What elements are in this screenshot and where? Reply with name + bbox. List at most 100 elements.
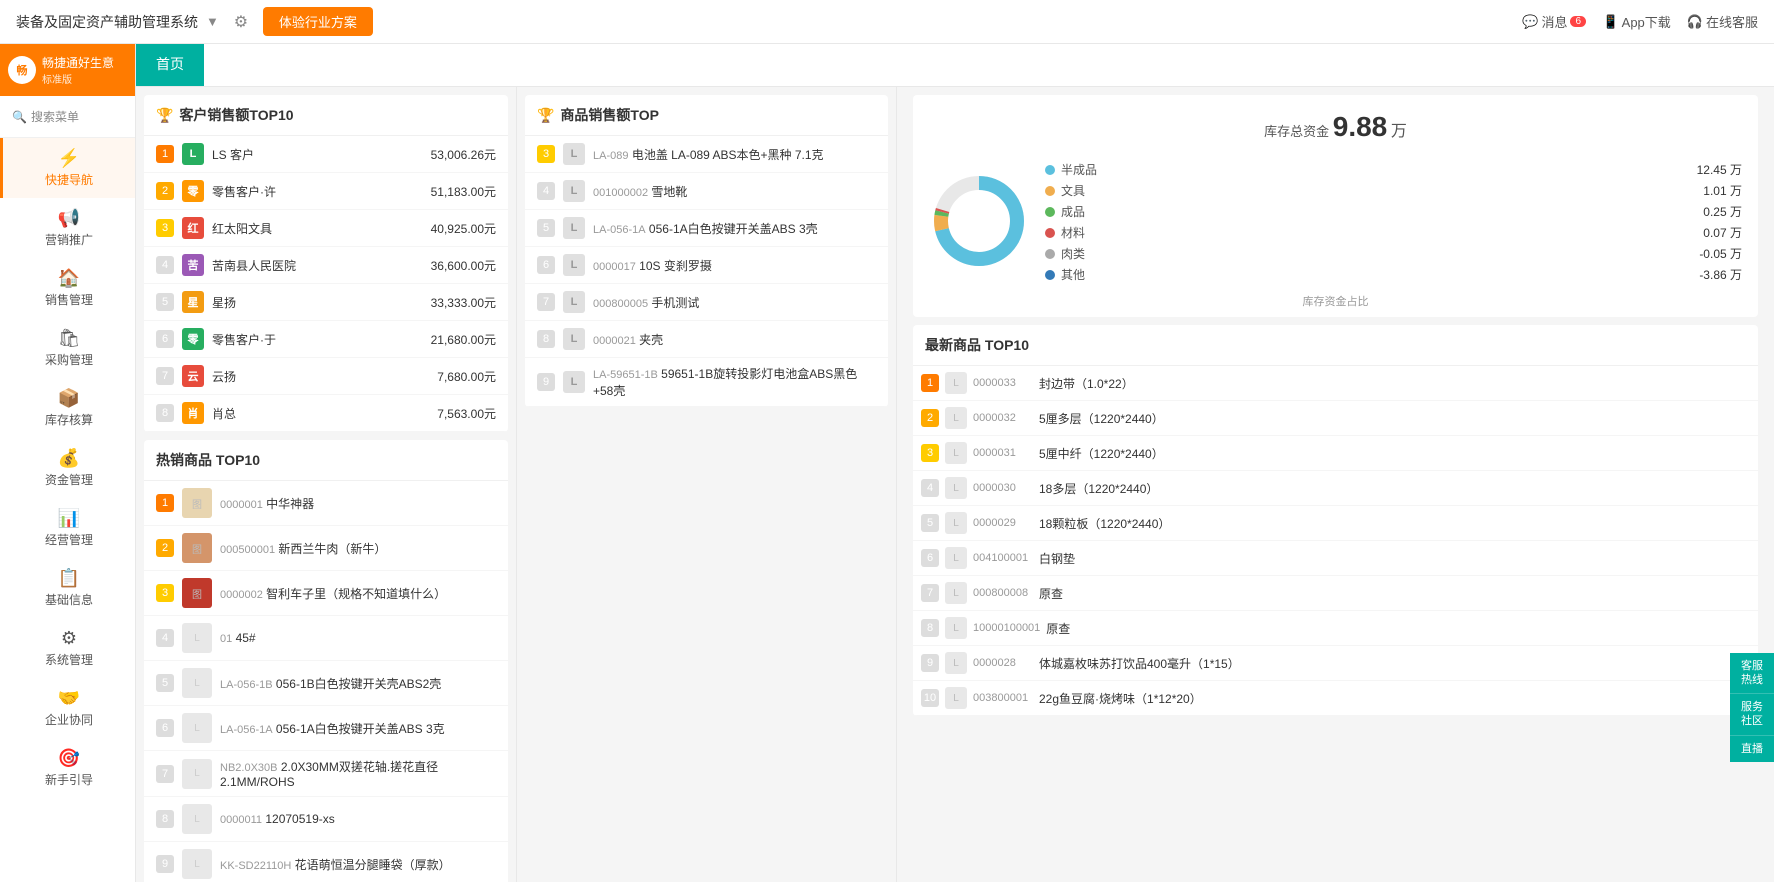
sidebar-item-operation[interactable]: 📊经营管理	[0, 498, 135, 558]
inventory-unit: 万	[1391, 123, 1407, 140]
legend-label: 材料	[1061, 224, 1697, 241]
legend-item: 文具 1.01 万	[1045, 180, 1742, 201]
avatar: L	[563, 143, 585, 165]
sidebar-item-system[interactable]: ⚙系统管理	[0, 618, 135, 678]
message-badge: 6	[1570, 16, 1586, 27]
top-bar-right: 💬 消息 6 📱 App下载 🎧 在线客服	[1522, 12, 1758, 31]
product-image: L	[945, 582, 967, 604]
trophy-icon: 🏆	[156, 107, 173, 124]
sidebar-item-inventory[interactable]: 📦库存核算	[0, 378, 135, 438]
list-item: 3 L 0000031 5厘中纤（1220*2440）	[913, 436, 1758, 471]
rank-number: 4	[921, 479, 939, 497]
legend-color	[1045, 249, 1055, 259]
rank-number: 6	[156, 330, 174, 348]
new-products-card: 最新商品 TOP10 1 L 0000033 封边带（1.0*22） 2 L 0…	[913, 325, 1758, 716]
sidebar-item-base[interactable]: 📋基础信息	[0, 558, 135, 618]
table-row: 7 云 云扬 7,680.00元	[144, 358, 508, 395]
corp-icon: 🤝	[58, 688, 80, 709]
table-row: 8 L 0000021 夹壳	[525, 321, 888, 358]
brand-name: 畅捷通好生意	[42, 54, 114, 71]
sidebar-item-guide[interactable]: 🎯新手引导	[0, 738, 135, 798]
avatar: 肖	[182, 402, 204, 424]
message-button[interactable]: 💬 消息 6	[1522, 12, 1586, 31]
new-products-header: 最新商品 TOP10	[913, 325, 1758, 366]
page-tabs: 首页	[136, 44, 1774, 87]
customer-name: 红太阳文具	[212, 220, 423, 237]
rank-number: 1	[156, 145, 174, 163]
rank-number: 3	[537, 145, 555, 163]
hot-products-header: 热销商品 TOP10	[144, 440, 508, 481]
dropdown-icon[interactable]: ▼	[206, 14, 219, 29]
product-name: 5厘多层（1220*2440）	[1039, 410, 1750, 427]
inventory-total: 库存总资金 9.88 万	[913, 95, 1758, 151]
product-code: 0000028	[973, 657, 1033, 669]
product-name: 18多层（1220*2440）	[1039, 480, 1750, 497]
product-name: 原查	[1046, 620, 1750, 637]
table-row: 4 L 001000002 雪地靴	[525, 173, 888, 210]
product-code: 0000032	[973, 412, 1033, 424]
product-name: 000800005 手机测试	[593, 294, 876, 311]
sidebar-item-sales[interactable]: 🏠销售管理	[0, 258, 135, 318]
product-info: LA-056-1B 056-1B白色按键开关壳ABS2壳	[220, 675, 496, 692]
rank-number: 3	[156, 584, 174, 602]
product-image: L	[182, 668, 212, 698]
float-button[interactable]: 服务 社区	[1730, 694, 1774, 736]
product-info: LA-056-1A 056-1A白色按键开关盖ABS 3克	[220, 720, 496, 737]
customer-amount: 21,680.00元	[431, 331, 496, 348]
legend-item: 成品 0.25 万	[1045, 201, 1742, 222]
list-item: 10 L 003800001 22g鱼豆腐·烧烤味（1*12*20）	[913, 681, 1758, 716]
list-item: 5 L LA-056-1B 056-1B白色按键开关壳ABS2壳	[144, 661, 508, 706]
trophy-icon-2: 🏆	[537, 107, 554, 124]
sidebar-label-finance: 资金管理	[45, 471, 93, 488]
table-row: 1 L LS 客户 53,006.26元	[144, 136, 508, 173]
sidebar-item-marketing[interactable]: 📢营销推广	[0, 198, 135, 258]
table-row: 5 星 星扬 33,333.00元	[144, 284, 508, 321]
table-row: 6 零 零售客户·于 21,680.00元	[144, 321, 508, 358]
avatar: 红	[182, 217, 204, 239]
tab-home[interactable]: 首页	[136, 44, 204, 86]
page-content: 🏆 客户销售额TOP10 1 L LS 客户 53,006.26元 2 零 零售…	[136, 87, 1774, 882]
avatar: L	[563, 291, 585, 313]
customer-amount: 40,925.00元	[431, 220, 496, 237]
float-button[interactable]: 客服 热线	[1730, 653, 1774, 695]
app-download-button[interactable]: 📱 App下载	[1602, 12, 1670, 31]
new-products-title: 最新商品 TOP10	[925, 335, 1029, 355]
settings-button[interactable]: ⚙	[227, 8, 255, 36]
online-service-button[interactable]: 🎧 在线客服	[1687, 12, 1758, 31]
legend-item: 肉类 -0.05 万	[1045, 243, 1742, 264]
product-name: 体城嘉枚味苏打饮品400毫升（1*15）	[1039, 655, 1750, 672]
sidebar-item-corp[interactable]: 🤝企业协同	[0, 678, 135, 738]
table-row: 9 L LA-59651-1B 59651-1B旋转投影灯电池盒ABS黑色+58…	[525, 358, 888, 407]
product-image: L	[945, 617, 967, 639]
sidebar-search[interactable]: 🔍 搜索菜单	[0, 96, 135, 138]
sidebar-item-purchase[interactable]: 🛍采购管理	[0, 318, 135, 378]
trial-button[interactable]: 体验行业方案	[263, 7, 373, 36]
avatar: L	[563, 371, 585, 393]
sidebar-item-finance[interactable]: 💰资金管理	[0, 438, 135, 498]
product-name: 0000021 夹壳	[593, 331, 876, 348]
customer-amount: 7,680.00元	[437, 368, 496, 385]
hot-products-title: 热销商品 TOP10	[156, 450, 260, 470]
legend-label: 肉类	[1061, 245, 1693, 262]
base-icon: 📋	[58, 568, 80, 589]
product-name: 封边带（1.0*22）	[1039, 375, 1750, 392]
rank-number: 4	[156, 629, 174, 647]
customer-amount: 7,563.00元	[437, 405, 496, 422]
table-row: 2 零 零售客户·许 51,183.00元	[144, 173, 508, 210]
search-menu-button[interactable]: 🔍 搜索菜单	[8, 104, 127, 129]
table-row: 8 肖 肖总 7,563.00元	[144, 395, 508, 432]
product-image: 图	[182, 533, 212, 563]
product-name: 原查	[1039, 585, 1750, 602]
customer-name: LS 客户	[212, 146, 423, 163]
right-panel: 库存总资金 9.88 万	[896, 87, 1774, 882]
rank-number: 6	[156, 719, 174, 737]
product-image: L	[945, 407, 967, 429]
float-button[interactable]: 直播	[1730, 736, 1774, 762]
rank-number: 1	[921, 374, 939, 392]
sidebar-label-marketing: 营销推广	[45, 231, 93, 248]
product-info: 0000002 智利车子里（规格不知道填什么）	[220, 585, 496, 602]
product-code: 0000030	[973, 482, 1033, 494]
rank-number: 2	[156, 182, 174, 200]
sidebar-nav: ⚡快捷导航📢营销推广🏠销售管理🛍采购管理📦库存核算💰资金管理📊经营管理📋基础信息…	[0, 138, 135, 798]
sidebar-item-home[interactable]: ⚡快捷导航	[0, 138, 135, 198]
